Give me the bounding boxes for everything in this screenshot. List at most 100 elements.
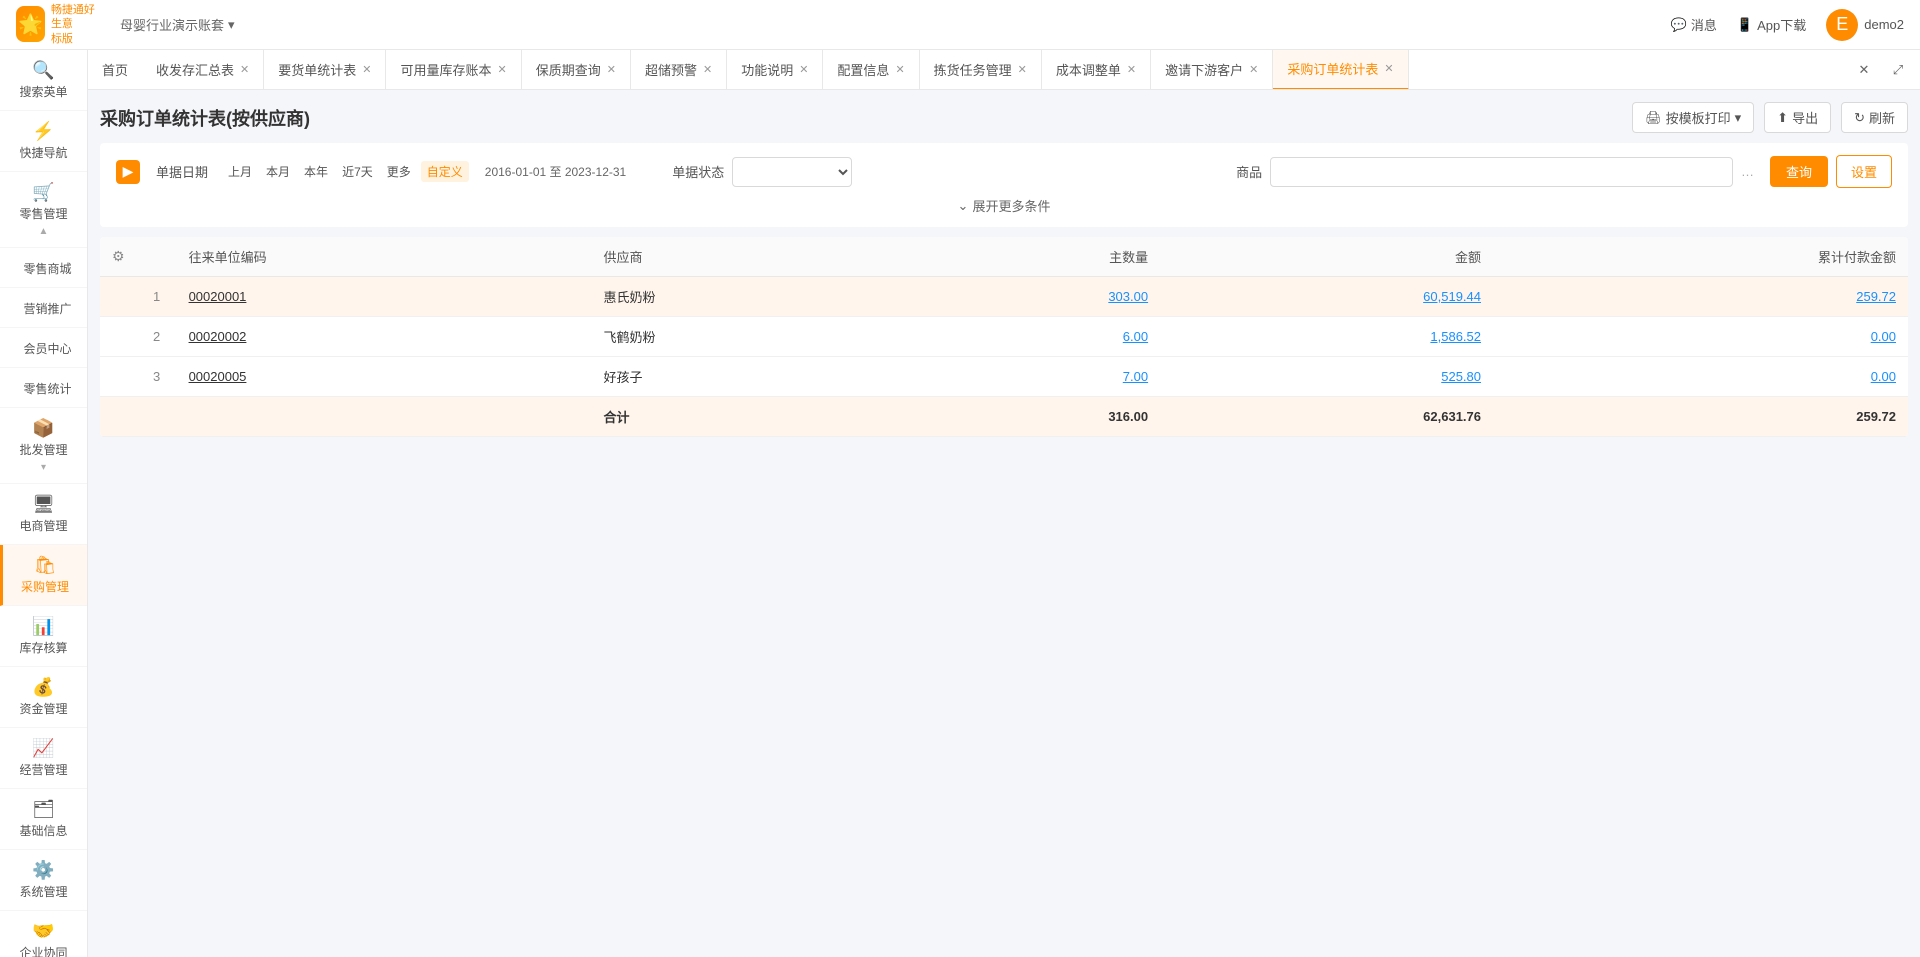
nav-tabs: 首页 收发存汇总表 ✕ 要货单统计表 ✕ 可用量库存账本 ✕ 保质期查询 ✕ <box>88 50 1920 90</box>
tab-1-close[interactable]: ✕ <box>240 63 249 76</box>
status-label: 单据状态 <box>672 162 724 181</box>
tab-home[interactable]: 首页 <box>88 60 142 79</box>
row-amount[interactable]: 60,519.44 <box>1160 277 1493 317</box>
workspace-selector[interactable]: 母婴行业演示账套 ▾ <box>112 11 243 38</box>
tab-10[interactable]: 邀请下游客户 ✕ <box>1151 50 1273 90</box>
column-settings-icon[interactable]: ⚙ <box>112 248 125 264</box>
tab-9-close[interactable]: ✕ <box>1127 63 1136 76</box>
expand-more-btn[interactable]: ⌄ 展开更多条件 <box>958 196 1051 215</box>
status-select[interactable] <box>732 157 852 187</box>
tab-3-close[interactable]: ✕ <box>498 63 507 76</box>
table-row: 3 00020005 好孩子 7.00 525.80 0.00 <box>100 357 1908 397</box>
logo: 🌟 畅捷通好生意 标版 <box>16 3 104 46</box>
page-content: 采购订单统计表(按供应商) 🖨 按模板打印 ▾ ⬆ 导出 ↻ <box>88 90 1920 957</box>
tab-8[interactable]: 拣货任务管理 ✕ <box>920 50 1042 90</box>
tab-5-close[interactable]: ✕ <box>703 63 712 76</box>
logo-text: 畅捷通好生意 标版 <box>51 3 104 46</box>
top-bar: 🌟 畅捷通好生意 标版 母婴行业演示账套 ▾ 💬 消息 📱 App下载 E <box>0 0 1920 50</box>
sidebar-item-ecom[interactable]: 🖥 电商管理 <box>0 484 87 545</box>
shortcut-more[interactable]: 更多 <box>383 161 415 182</box>
close-all-btn[interactable]: ✕ <box>1850 56 1878 84</box>
col-qty-header: 主数量 <box>901 237 1160 277</box>
row-code[interactable]: 00020005 <box>177 357 592 397</box>
filter-row-1: ▶ 单据日期 上月 本月 本年 近7天 更多 自定义 2016-01-01 至 … <box>116 155 1892 188</box>
tab-8-close[interactable]: ✕ <box>1018 63 1027 76</box>
search-btn[interactable]: 查询 <box>1770 156 1828 187</box>
row-amount[interactable]: 1,586.52 <box>1160 317 1493 357</box>
export-icon: ⬆ <box>1777 110 1788 126</box>
row-amount[interactable]: 525.80 <box>1160 357 1493 397</box>
tab-2-close[interactable]: ✕ <box>362 63 371 76</box>
sidebar-item-marketing[interactable]: 营销推广 <box>0 288 87 328</box>
chevron-down-icon2: ▾ <box>41 462 46 473</box>
sidebar-item-member[interactable]: 会员中心 <box>0 328 87 368</box>
chevron-down-expand-icon: ⌄ <box>958 198 969 214</box>
logo-icon: 🌟 <box>16 6 45 42</box>
tab-11-close[interactable]: ✕ <box>1384 62 1393 75</box>
tab-2[interactable]: 要货单统计表 ✕ <box>264 50 386 90</box>
sidebar-item-wholesale[interactable]: 📦 批发管理 ▾ <box>0 408 87 484</box>
shortcut-last-month[interactable]: 上月 <box>224 161 256 182</box>
custom-date-tag[interactable]: 自定义 <box>421 161 469 182</box>
export-btn[interactable]: ⬆ 导出 <box>1764 102 1831 133</box>
tab-7[interactable]: 配置信息 ✕ <box>823 50 919 90</box>
filter-status-group: 单据状态 <box>672 157 1190 187</box>
row-qty[interactable]: 7.00 <box>901 357 1160 397</box>
tab-9[interactable]: 成本调整单 ✕ <box>1042 50 1151 90</box>
tab-6[interactable]: 功能说明 ✕ <box>727 50 823 90</box>
nav-tabs-end: ✕ ⤢ <box>1842 56 1920 84</box>
sidebar-item-retail-stat[interactable]: 零售统计 <box>0 368 87 408</box>
table-header-row: ⚙ 往来单位编码 供应商 主数量 金额 累计付款金额 <box>100 237 1908 277</box>
tab-10-close[interactable]: ✕ <box>1249 63 1258 76</box>
settings-btn[interactable]: 设置 <box>1836 155 1892 188</box>
tab-4-close[interactable]: ✕ <box>607 63 616 76</box>
row-qty[interactable]: 6.00 <box>901 317 1160 357</box>
goods-input[interactable] <box>1270 157 1733 187</box>
tab-11[interactable]: 采购订单统计表 ✕ <box>1273 50 1408 90</box>
sidebar-item-search[interactable]: 🔍 搜索英单 <box>0 50 87 111</box>
filter-toggle-btn[interactable]: ▶ <box>116 160 140 184</box>
row-index: 2 <box>137 317 177 357</box>
sidebar-item-finance[interactable]: 💰 资金管理 <box>0 667 87 728</box>
sidebar-item-operation[interactable]: 📈 经营管理 <box>0 728 87 789</box>
shortcut-this-month[interactable]: 本月 <box>262 161 294 182</box>
filter-panel: ▶ 单据日期 上月 本月 本年 近7天 更多 自定义 2016-01-01 至 … <box>100 143 1908 227</box>
tab-3[interactable]: 可用量库存账本 ✕ <box>386 50 521 90</box>
row-paid[interactable]: 259.72 <box>1493 277 1908 317</box>
refresh-icon: ↻ <box>1854 110 1865 126</box>
table-row: 1 00020001 惠氏奶粉 303.00 60,519.44 259.72 <box>100 277 1908 317</box>
tab-1[interactable]: 收发存汇总表 ✕ <box>142 50 264 90</box>
row-paid[interactable]: 0.00 <box>1493 317 1908 357</box>
shortcut-7days[interactable]: 近7天 <box>338 161 377 182</box>
filter-goods-group: 商品 … <box>1236 157 1754 187</box>
tab-7-close[interactable]: ✕ <box>895 63 904 76</box>
sidebar-item-shortcut[interactable]: ⚡ 快捷导航 <box>0 111 87 172</box>
sidebar-item-purchase[interactable]: 🛍 采购管理 <box>0 545 87 606</box>
row-qty[interactable]: 303.00 <box>901 277 1160 317</box>
sidebar-item-system[interactable]: ⚙️ 系统管理 <box>0 850 87 911</box>
sidebar-item-retail[interactable]: 🛒 零售管理 ▲ <box>0 172 87 248</box>
footer-qty: 316.00 <box>901 397 1160 437</box>
user-profile[interactable]: E demo2 <box>1826 9 1904 41</box>
footer-amount: 62,631.76 <box>1160 397 1493 437</box>
shortcut-this-year[interactable]: 本年 <box>300 161 332 182</box>
tab-5[interactable]: 超储预警 ✕ <box>631 50 727 90</box>
tab-6-close[interactable]: ✕ <box>799 63 808 76</box>
row-code[interactable]: 00020001 <box>177 277 592 317</box>
col-code-header: 往来单位编码 <box>177 237 592 277</box>
sidebar-item-retail-shop[interactable]: 零售商城 <box>0 248 87 288</box>
row-paid[interactable]: 0.00 <box>1493 357 1908 397</box>
tab-4[interactable]: 保质期查询 ✕ <box>522 50 631 90</box>
row-code[interactable]: 00020002 <box>177 317 592 357</box>
print-btn[interactable]: 🖨 按模板打印 ▾ <box>1632 102 1754 133</box>
sidebar-item-inventory[interactable]: 📊 库存核算 <box>0 606 87 667</box>
message-icon: 💬 <box>1671 17 1687 33</box>
sidebar-item-base[interactable]: 🗂 基础信息 <box>0 789 87 850</box>
goods-more-icon[interactable]: … <box>1741 164 1754 179</box>
maximize-btn[interactable]: ⤢ <box>1884 56 1912 84</box>
refresh-btn[interactable]: ↻ 刷新 <box>1841 102 1908 133</box>
app-download-btn[interactable]: 📱 App下载 <box>1737 15 1806 34</box>
message-btn[interactable]: 💬 消息 <box>1671 15 1717 34</box>
sidebar-item-enterprise[interactable]: 🤝 企业协同 <box>0 911 87 957</box>
row-supplier: 好孩子 <box>592 357 901 397</box>
